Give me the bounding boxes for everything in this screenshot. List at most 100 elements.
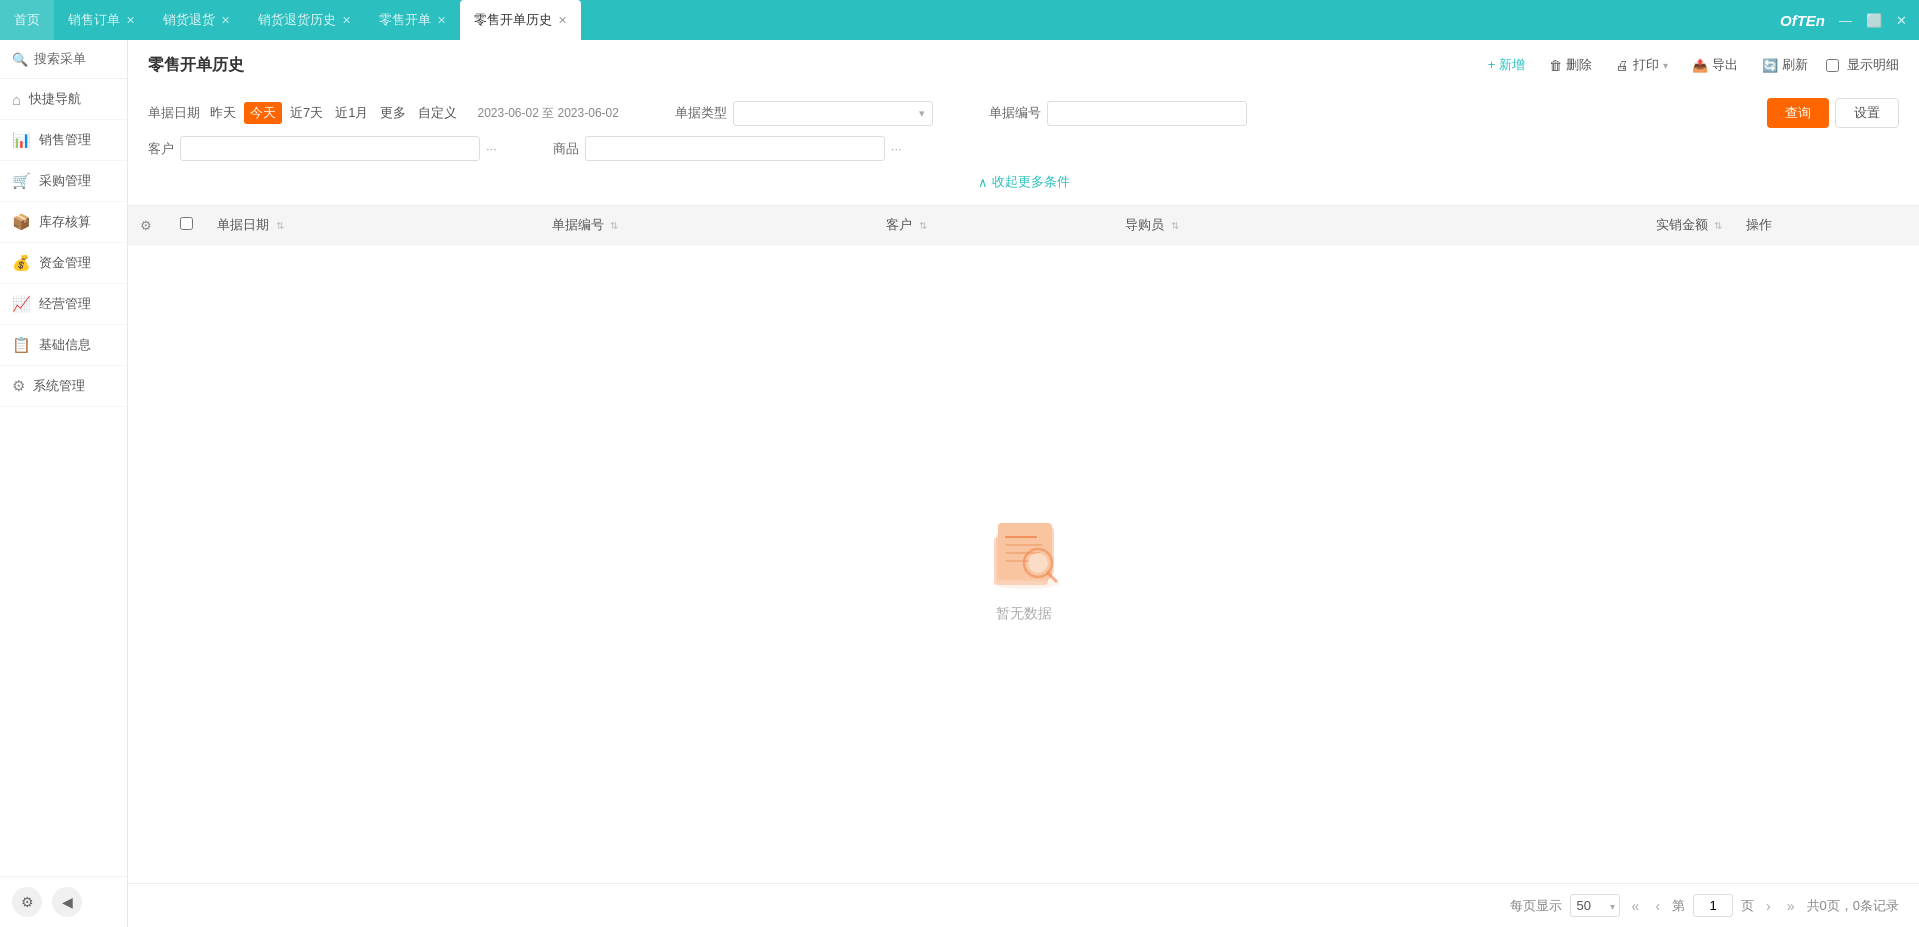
date-opt-today[interactable]: 今天 — [244, 102, 282, 124]
sales-icon: 📊 — [12, 131, 31, 149]
sidebar-item-sales-label: 销售管理 — [39, 131, 91, 149]
filter-product: 商品 ··· — [553, 136, 902, 161]
purchase-icon: 🛒 — [12, 172, 31, 190]
date-opt-1month[interactable]: 近1月 — [331, 102, 372, 124]
tab-retail-history-close[interactable]: ✕ — [558, 14, 567, 27]
finance-icon: 💰 — [12, 254, 31, 272]
tab-sales-return[interactable]: 销货退货 ✕ — [149, 0, 244, 40]
sidebar-item-sales[interactable]: 📊 销售管理 — [0, 120, 127, 161]
sidebar-item-system[interactable]: ⚙ 系统管理 — [0, 366, 127, 407]
tab-sales-order[interactable]: 销售订单 ✕ — [54, 0, 149, 40]
date-opt-7days[interactable]: 近7天 — [286, 102, 327, 124]
tab-sales-order-label: 销售订单 — [68, 11, 120, 29]
display-toggle[interactable]: 显示明细 — [1826, 56, 1899, 74]
customer-dots-btn[interactable]: ··· — [486, 141, 497, 156]
prev-page-button[interactable]: ‹ — [1651, 896, 1664, 916]
tab-sales-return-close[interactable]: ✕ — [221, 14, 230, 27]
collapse-button[interactable]: ∧ 收起更多条件 — [978, 173, 1070, 191]
sort-number-icon[interactable]: ⇅ — [610, 220, 618, 231]
pagination: 每页显示 20 50 100 « ‹ 第 页 › » 共0页，0条记录 — [128, 883, 1919, 927]
delete-button[interactable]: 🗑 删除 — [1543, 52, 1598, 78]
first-page-button[interactable]: « — [1628, 896, 1644, 916]
print-button[interactable]: 🖨 打印 ▾ — [1610, 52, 1674, 78]
query-button[interactable]: 查询 — [1767, 98, 1829, 128]
date-opt-yesterday[interactable]: 昨天 — [206, 102, 240, 124]
display-toggle-checkbox[interactable] — [1826, 59, 1839, 72]
product-input[interactable] — [585, 136, 885, 161]
tab-sales-order-close[interactable]: ✕ — [126, 14, 135, 27]
filter-row-2: 客户 ··· 商品 ··· — [148, 136, 1899, 161]
collapse-chevron-icon: ∧ — [978, 175, 988, 190]
sort-customer-icon[interactable]: ⇅ — [919, 220, 927, 231]
sidebar-item-inventory-label: 库存核算 — [39, 213, 91, 231]
number-input[interactable] — [1047, 101, 1247, 126]
type-select-wrap — [733, 101, 933, 126]
table-header-row: ⚙ 单据日期 ⇅ 单据编号 ⇅ — [128, 206, 1919, 245]
customer-input[interactable] — [180, 136, 480, 161]
sidebar-item-operations[interactable]: 📈 经营管理 — [0, 284, 127, 325]
close-btn[interactable]: ✕ — [1896, 13, 1907, 28]
sidebar-item-quicknav-label: 快捷导航 — [29, 90, 81, 108]
basicinfo-icon: 📋 — [12, 336, 31, 354]
new-button[interactable]: + 新增 — [1482, 52, 1531, 78]
delete-icon: 🗑 — [1549, 58, 1562, 73]
sidebar-search[interactable]: 🔍 搜索采单 — [0, 40, 127, 79]
tab-sales-return-label: 销货退货 — [163, 11, 215, 29]
page-header: 零售开单历史 + 新增 🗑 删除 🖨 打印 ▾ 📤 导出 — [128, 40, 1919, 206]
empty-text: 暂无数据 — [996, 605, 1052, 623]
sort-amount-icon[interactable]: ⇅ — [1714, 220, 1722, 231]
sidebar: 🔍 搜索采单 ⌂ 快捷导航 📊 销售管理 🛒 采购管理 📦 库存核算 💰 资金管… — [0, 40, 128, 927]
filter-customer: 客户 ··· — [148, 136, 497, 161]
sidebar-item-quicknav[interactable]: ⌂ 快捷导航 — [0, 79, 127, 120]
sidebar-item-system-label: 系统管理 — [33, 377, 85, 395]
sort-salesperson-icon[interactable]: ⇅ — [1171, 220, 1179, 231]
table-settings-icon[interactable]: ⚙ — [140, 218, 152, 233]
sidebar-bottom: ⚙ ◀ — [0, 876, 127, 927]
select-all-checkbox[interactable] — [180, 217, 193, 230]
refresh-button[interactable]: 🔄 刷新 — [1756, 52, 1814, 78]
filter-date-range-item: 2023-06-02 至 2023-06-02 — [477, 105, 618, 122]
sidebar-item-basicinfo[interactable]: 📋 基础信息 — [0, 325, 127, 366]
sidebar-item-purchase[interactable]: 🛒 采购管理 — [0, 161, 127, 202]
filter-settings-button[interactable]: 设置 — [1835, 98, 1899, 128]
per-page-select[interactable]: 20 50 100 — [1570, 894, 1620, 917]
minimize-btn[interactable]: — — [1839, 13, 1852, 28]
empty-illustration — [964, 505, 1084, 605]
top-bar: 首页 销售订单 ✕ 销货退货 ✕ 销货退货历史 ✕ 零售开单 ✕ 零售开单历史 … — [0, 0, 1919, 40]
maximize-btn[interactable]: ⬜ — [1866, 13, 1882, 28]
product-dots-btn[interactable]: ··· — [891, 141, 902, 156]
collapse-sidebar-button[interactable]: ◀ — [52, 887, 82, 917]
page-number-input[interactable] — [1693, 894, 1733, 917]
refresh-icon: 🔄 — [1762, 58, 1778, 73]
date-range-value: 2023-06-02 至 2023-06-02 — [477, 105, 618, 122]
tab-home-label: 首页 — [14, 11, 40, 29]
sidebar-item-finance-label: 资金管理 — [39, 254, 91, 272]
date-opt-custom[interactable]: 自定义 — [414, 102, 461, 124]
settings-gear-button[interactable]: ⚙ — [12, 887, 42, 917]
sort-date-icon[interactable]: ⇅ — [276, 220, 284, 231]
filter-number: 单据编号 — [989, 101, 1247, 126]
home-icon: ⌂ — [12, 91, 21, 108]
tab-sales-return-history-close[interactable]: ✕ — [342, 14, 351, 27]
tab-retail-history[interactable]: 零售开单历史 ✕ — [460, 0, 581, 40]
last-page-button[interactable]: » — [1783, 896, 1799, 916]
sidebar-item-inventory[interactable]: 📦 库存核算 — [0, 202, 127, 243]
tab-retail-history-label: 零售开单历史 — [474, 11, 552, 29]
collapse-label: 收起更多条件 — [992, 173, 1070, 191]
type-select[interactable] — [733, 101, 933, 126]
date-options: 昨天 今天 近7天 近1月 更多 自定义 — [206, 102, 461, 124]
th-number: 单据编号 ⇅ — [540, 206, 875, 245]
tab-home[interactable]: 首页 — [0, 0, 54, 40]
date-opt-more[interactable]: 更多 — [376, 102, 410, 124]
per-page-label: 每页显示 — [1510, 897, 1562, 915]
tab-retail-order-close[interactable]: ✕ — [437, 14, 446, 27]
next-page-button[interactable]: › — [1762, 896, 1775, 916]
th-amount: 实销金额 ⇅ — [1400, 206, 1735, 245]
th-settings: ⚙ — [128, 206, 168, 245]
sidebar-item-finance[interactable]: 💰 资金管理 — [0, 243, 127, 284]
tab-sales-return-history[interactable]: 销货退货历史 ✕ — [244, 0, 365, 40]
page-title-row: 零售开单历史 + 新增 🗑 删除 🖨 打印 ▾ 📤 导出 — [148, 52, 1899, 78]
th-customer: 客户 ⇅ — [874, 206, 1113, 245]
export-button[interactable]: 📤 导出 — [1686, 52, 1744, 78]
tab-retail-order[interactable]: 零售开单 ✕ — [365, 0, 460, 40]
